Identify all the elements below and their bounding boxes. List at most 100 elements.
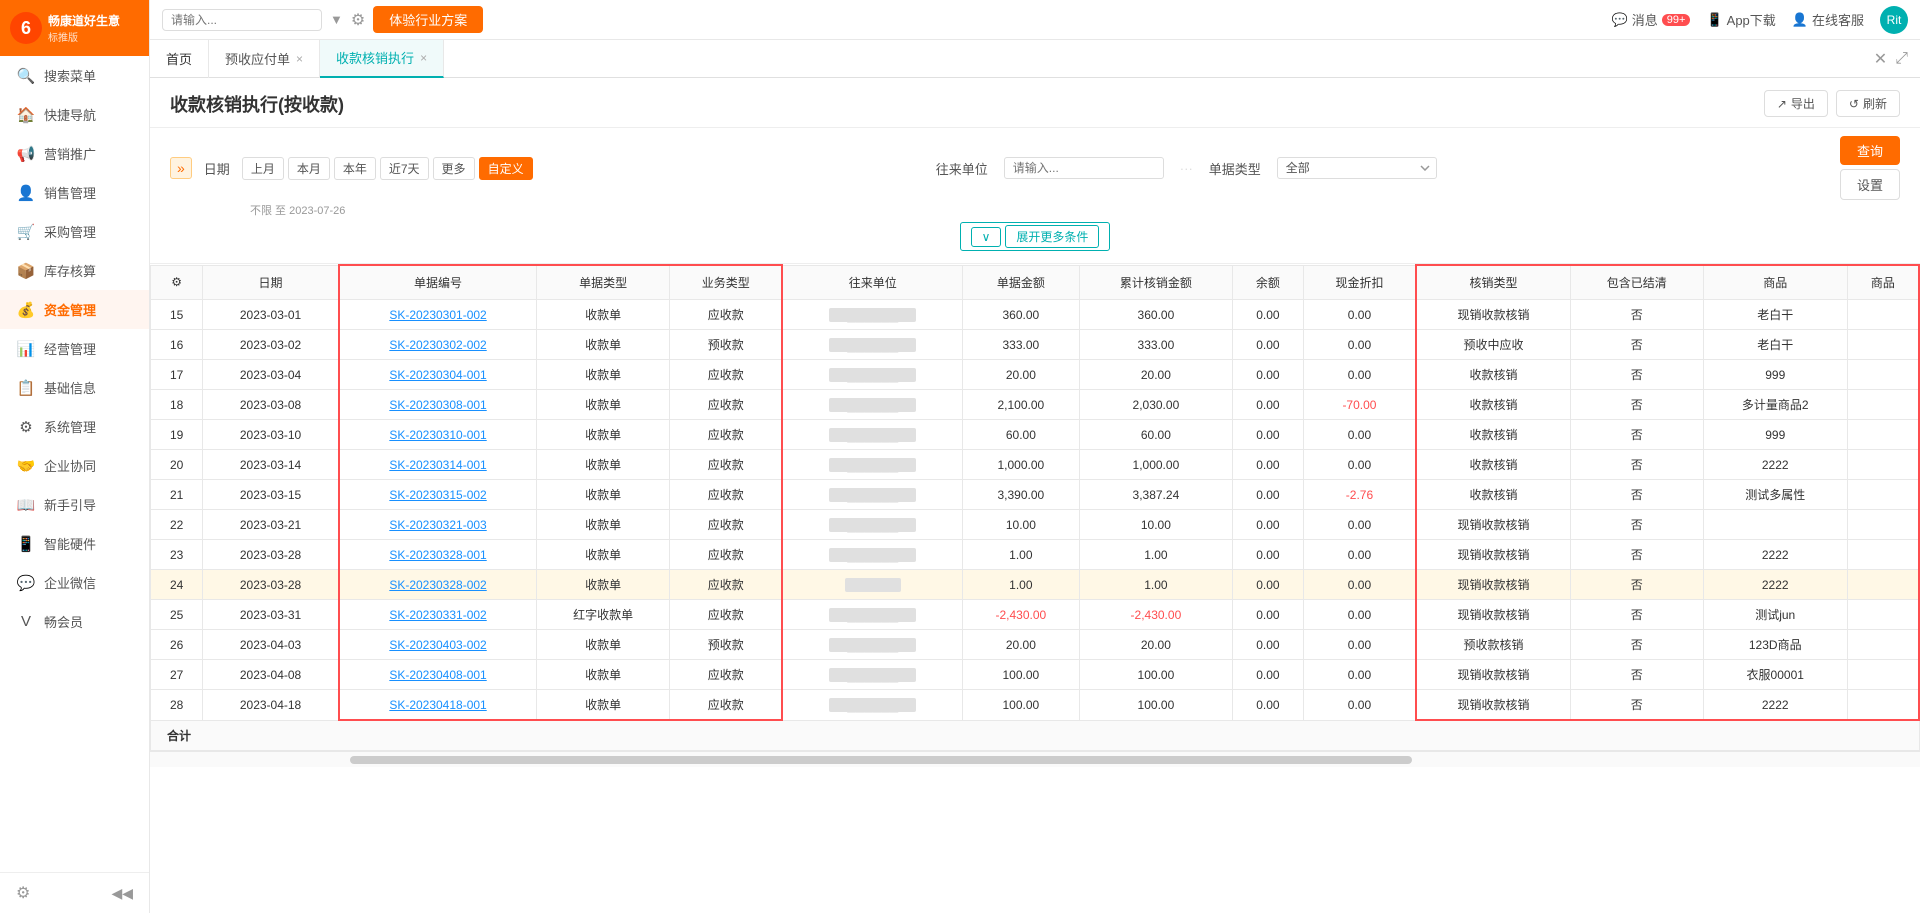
sidebar-item-finance[interactable]: 💰资金管理	[0, 290, 149, 329]
sidebar-item-system[interactable]: ⚙系统管理	[0, 407, 149, 446]
app-download[interactable]: 📱 App下载	[1706, 10, 1775, 29]
sidebar-item-sales[interactable]: 👤销售管理	[0, 173, 149, 212]
date-btn-this-month[interactable]: 本月	[288, 157, 330, 180]
doc-no-link[interactable]: SK-20230301-002	[389, 308, 486, 322]
table-row[interactable]: 25 2023-03-31 SK-20230331-002 红字收款单 应收款 …	[151, 600, 1920, 630]
doc-type-select[interactable]: 全部 收款单 红字收款单	[1277, 157, 1437, 179]
sidebar-item-quick[interactable]: 🏠快捷导航	[0, 95, 149, 134]
table-row[interactable]: 24 2023-03-28 SK-20230328-002 收款单 应收款 1.…	[151, 570, 1920, 600]
table-row[interactable]: 22 2023-03-21 SK-20230321-003 收款单 应收款 ██…	[151, 510, 1920, 540]
td-no: 22	[151, 510, 203, 540]
sidebar-item-search[interactable]: 🔍搜索菜单	[0, 56, 149, 95]
sidebar-item-inventory[interactable]: 📦库存核算	[0, 251, 149, 290]
user-avatar[interactable]: Rit	[1880, 6, 1908, 34]
tab-home[interactable]: 首页	[150, 40, 209, 78]
horizontal-scrollbar[interactable]	[150, 751, 1920, 767]
sidebar-item-basic[interactable]: 📋基础信息	[0, 368, 149, 407]
sidebar-item-guide[interactable]: 📖新手引导	[0, 485, 149, 524]
td-doc-type: 收款单	[537, 480, 670, 510]
expand-toggle-icon[interactable]: »	[170, 157, 192, 179]
tab-close-all-icon[interactable]: ✕	[1874, 49, 1887, 69]
doc-no-link[interactable]: SK-20230310-001	[389, 428, 486, 442]
message-area[interactable]: 💬 消息 99+	[1612, 10, 1691, 29]
refresh-icon: ↺	[1849, 97, 1859, 111]
date-btn-custom[interactable]: 自定义	[479, 157, 533, 180]
tab-collection-close[interactable]: ×	[420, 51, 427, 65]
sidebar-item-marketing[interactable]: 📢营销推广	[0, 134, 149, 173]
table-row[interactable]: 16 2023-03-02 SK-20230302-002 收款单 预收款 ██…	[151, 330, 1920, 360]
table-row[interactable]: 27 2023-04-08 SK-20230408-001 收款单 应收款 ██…	[151, 660, 1920, 690]
collapse-icon[interactable]: ◀◀	[111, 885, 133, 902]
doc-no-link[interactable]: SK-20230418-001	[389, 698, 486, 712]
td-goods1	[1703, 510, 1847, 540]
partner-input[interactable]	[1004, 157, 1164, 179]
doc-no-link[interactable]: SK-20230302-002	[389, 338, 486, 352]
query-button[interactable]: 查询	[1840, 136, 1900, 165]
sidebar-footer: ⚙ ◀◀	[0, 872, 149, 913]
td-cancel-type: 收款核销	[1416, 480, 1570, 510]
doc-no-link[interactable]: SK-20230314-001	[389, 458, 486, 472]
setting-button[interactable]: 设置	[1840, 169, 1900, 200]
table-row[interactable]: 15 2023-03-01 SK-20230301-002 收款单 应收款 ██…	[151, 300, 1920, 330]
doc-no-link[interactable]: SK-20230328-002	[389, 578, 486, 592]
table-row[interactable]: 20 2023-03-14 SK-20230314-001 收款单 应收款 ██…	[151, 450, 1920, 480]
sidebar-item-operation[interactable]: 📊经营管理	[0, 329, 149, 368]
doc-no-link[interactable]: SK-20230403-002	[389, 638, 486, 652]
settings-footer-icon[interactable]: ⚙	[16, 883, 30, 903]
table-row[interactable]: 21 2023-03-15 SK-20230315-002 收款单 应收款 ██…	[151, 480, 1920, 510]
td-date: 2023-03-08	[203, 390, 339, 420]
export-button[interactable]: ↗ 导出	[1764, 90, 1828, 117]
th-settings[interactable]: ⚙	[151, 265, 203, 300]
sidebar-item-purchase[interactable]: 🛒采购管理	[0, 212, 149, 251]
topbar-gear-icon[interactable]: ⚙	[351, 10, 365, 30]
table-row[interactable]: 18 2023-03-08 SK-20230308-001 收款单 应收款 ██…	[151, 390, 1920, 420]
expand-more-conditions[interactable]: ∨ 展开更多条件	[170, 218, 1900, 255]
online-service[interactable]: 👤 在线客服	[1792, 10, 1864, 29]
topbar-search-input[interactable]	[162, 9, 322, 31]
sidebar-item-collab[interactable]: 🤝企业协同	[0, 446, 149, 485]
td-doc-no: SK-20230321-003	[339, 510, 537, 540]
doc-no-link[interactable]: SK-20230408-001	[389, 668, 486, 682]
tab-actions: ✕ ⤢	[1874, 49, 1920, 69]
tab-advance[interactable]: 预收应付单 ×	[209, 40, 320, 78]
doc-no-link[interactable]: SK-20230321-003	[389, 518, 486, 532]
doc-no-link[interactable]: SK-20230304-001	[389, 368, 486, 382]
date-btn-7days[interactable]: 近7天	[380, 157, 429, 180]
scrollbar-thumb[interactable]	[350, 756, 1412, 764]
doc-no-link[interactable]: SK-20230315-002	[389, 488, 486, 502]
tab-collection[interactable]: 收款核销执行 ×	[320, 40, 444, 78]
solution-button[interactable]: 体验行业方案	[373, 6, 483, 33]
td-doc-type: 收款单	[537, 300, 670, 330]
td-goods1: 多计量商品2	[1703, 390, 1847, 420]
table-row[interactable]: 26 2023-04-03 SK-20230403-002 收款单 预收款 ██…	[151, 630, 1920, 660]
sidebar-icon-purchase: 🛒	[16, 223, 36, 241]
td-balance: 0.00	[1233, 300, 1304, 330]
sidebar-icon-guide: 📖	[16, 496, 36, 514]
td-verified: 10.00	[1079, 510, 1232, 540]
doc-no-link[interactable]: SK-20230331-002	[389, 608, 486, 622]
column-settings-icon[interactable]: ⚙	[171, 275, 182, 289]
date-btn-last-month[interactable]: 上月	[242, 157, 284, 180]
sidebar-item-wechat[interactable]: 💬企业微信	[0, 563, 149, 602]
td-goods1: 2222	[1703, 570, 1847, 600]
td-partner: ██████	[782, 600, 962, 630]
table-row[interactable]: 19 2023-03-10 SK-20230310-001 收款单 应收款 ██…	[151, 420, 1920, 450]
refresh-button[interactable]: ↺ 刷新	[1836, 90, 1900, 117]
table-row[interactable]: 17 2023-03-04 SK-20230304-001 收款单 应收款 ██…	[151, 360, 1920, 390]
td-biz-type: 应收款	[670, 480, 783, 510]
td-no: 23	[151, 540, 203, 570]
td-amount: 60.00	[963, 420, 1080, 450]
table-row[interactable]: 23 2023-03-28 SK-20230328-001 收款单 应收款 ██…	[151, 540, 1920, 570]
date-btn-this-year[interactable]: 本年	[334, 157, 376, 180]
sidebar-item-hardware[interactable]: 📱智能硬件	[0, 524, 149, 563]
sidebar-item-member[interactable]: V畅会员	[0, 602, 149, 641]
td-partner: ██████	[782, 420, 962, 450]
tab-advance-close[interactable]: ×	[296, 52, 303, 66]
total-label: 合计	[151, 720, 1920, 751]
tab-maximize-icon[interactable]: ⤢	[1895, 50, 1908, 68]
date-btn-more[interactable]: 更多	[433, 157, 475, 180]
sidebar-icon-collab: 🤝	[16, 457, 36, 475]
doc-no-link[interactable]: SK-20230308-001	[389, 398, 486, 412]
table-row[interactable]: 28 2023-04-18 SK-20230418-001 收款单 应收款 ██…	[151, 690, 1920, 721]
doc-no-link[interactable]: SK-20230328-001	[389, 548, 486, 562]
